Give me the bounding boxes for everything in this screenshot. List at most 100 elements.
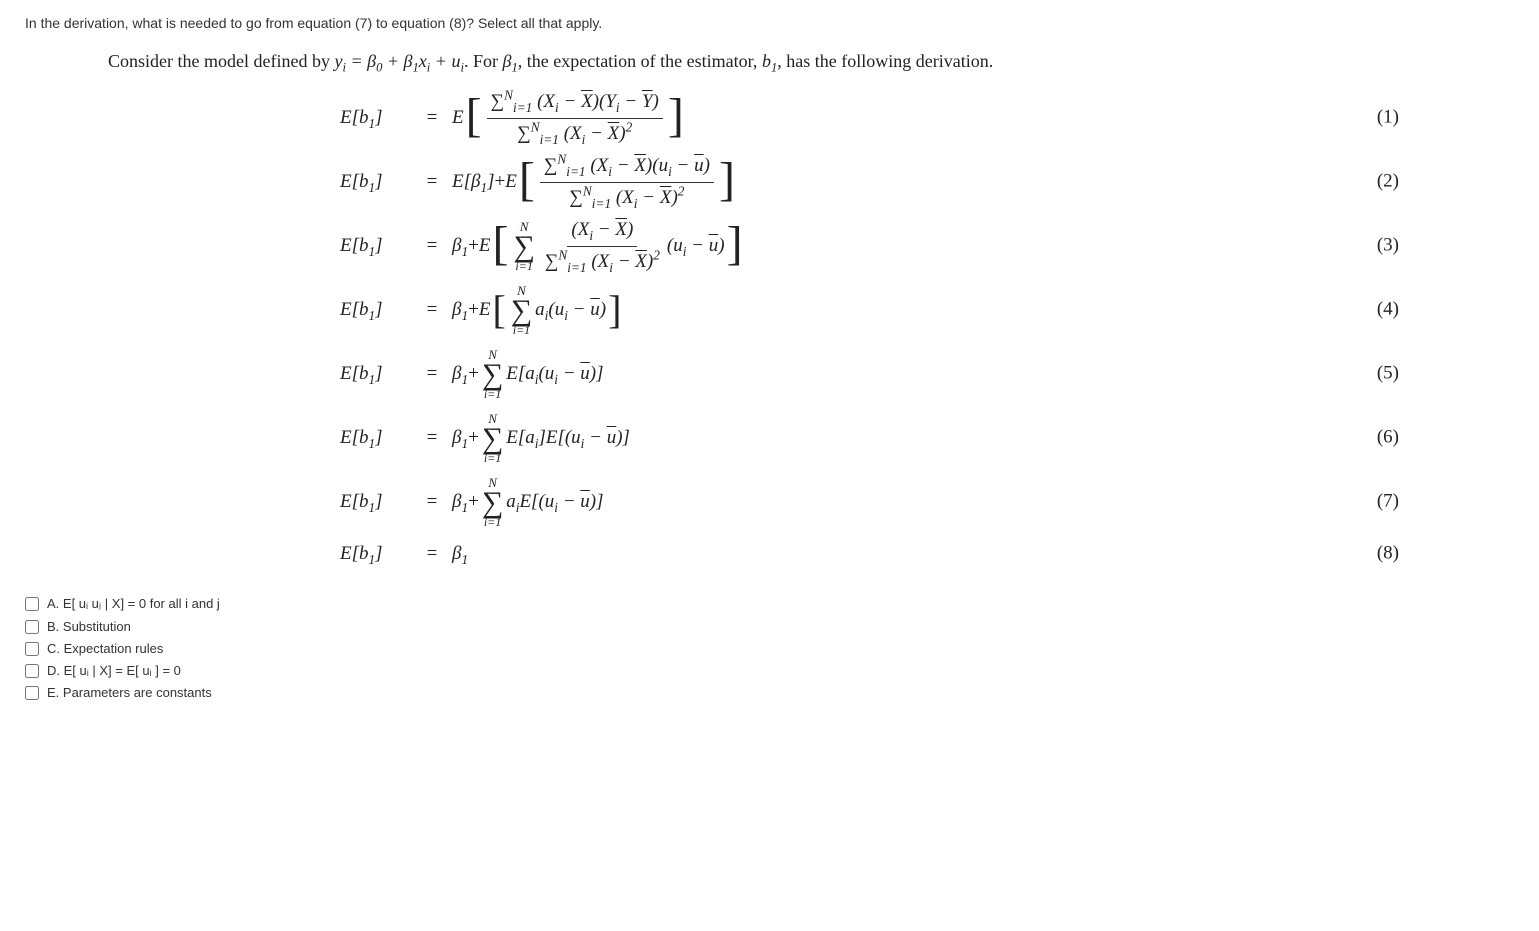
eq-sign: = [412,297,452,324]
term-beta1: β1 [452,541,468,568]
equation-3: E[b1] = β1 + E [ N ∑ i=1 (Xi − X) ∑Ni=1 … [80,214,1459,278]
term: aiE[(ui − u)] [506,489,603,516]
frac-num: ∑Ni=1 (Xi − X)(Yi − Y) [487,89,663,119]
option-c-checkbox[interactable] [25,642,39,656]
frac-num: ∑Ni=1 (Xi − X)(ui − u) [540,153,714,183]
option-a-checkbox[interactable] [25,597,39,611]
eq-lhs: E[b1] [340,425,412,452]
plus: + [468,425,479,452]
intro-beta: β1 [502,51,517,71]
equation-4: E[b1] = β1 + E [ N ∑ i=1 ai(ui − u) ] (4… [80,278,1459,342]
plus: + [495,169,506,196]
option-c[interactable]: C. Expectation rules [25,641,1514,656]
equation-8: E[b1] = β1 (8) [80,534,1459,574]
eq-rhs-3: β1 + E [ N ∑ i=1 (Xi − X) ∑Ni=1 (Xi − X)… [452,217,745,275]
frac-den: ∑Ni=1 (Xi − X)2 [513,119,636,148]
eq-lhs: E[b1] [340,169,412,196]
eq-sign: = [412,169,452,196]
option-e-label[interactable]: E. Parameters are constants [47,685,212,700]
eq-number: (6) [1377,425,1399,452]
term-beta1: β1 [452,361,468,388]
option-a[interactable]: A. E[ uᵢ uⱼ | X] = 0 for all i and j [25,596,1514,612]
e-symbol: E [505,169,517,196]
option-c-label[interactable]: C. Expectation rules [47,641,163,656]
sigma-icon: ∑ [513,233,534,260]
e-symbol: E [479,233,491,260]
intro-b1: b1 [762,51,777,71]
term: E[ai]E[(ui − u)] [506,425,630,452]
eq-number: (7) [1377,489,1399,516]
sigma-icon: ∑ [482,361,503,388]
sum-icon: N ∑ i=1 [511,284,532,336]
equation-1: E[b1] = E [ ∑Ni=1 (Xi − X)(Yi − Y) ∑Ni=1… [80,86,1459,150]
eq-lhs: E[b1] [340,297,412,324]
term-beta1: β1 [452,489,468,516]
equation-6: E[b1] = β1 + N ∑ i=1 E[ai]E[(ui − u)] (6… [80,406,1459,470]
sum-bot: i=1 [484,388,501,400]
sum-bot: i=1 [513,324,530,336]
eq-number: (2) [1377,169,1399,196]
option-b-label[interactable]: B. Substitution [47,619,131,634]
equation-2: E[b1] = E[β1] + E [ ∑Ni=1 (Xi − X)(ui − … [80,150,1459,214]
term-eb1: E[β1] [452,169,495,196]
eq-rhs-5: β1 + N ∑ i=1 E[ai(ui − u)] [452,348,604,400]
sigma-icon: ∑ [511,297,532,324]
tail: (ui − u) [667,233,725,260]
frac-den: ∑Ni=1 (Xi − X)2 [565,183,688,212]
eq-number: (8) [1377,541,1399,568]
eq-sign: = [412,361,452,388]
plus: + [468,361,479,388]
intro-post2: , has the following derivation. [777,51,993,71]
sum-icon: N ∑ i=1 [513,220,534,272]
option-d-checkbox[interactable] [25,664,39,678]
eq-number: (4) [1377,297,1399,324]
sum-icon: N ∑ i=1 [482,476,503,528]
eq-lhs: E[b1] [340,361,412,388]
term: E[ai(ui − u)] [506,361,603,388]
term-beta1: β1 [452,297,468,324]
eq-lhs: E[b1] [340,489,412,516]
plus: + [468,297,479,324]
fraction: ∑Ni=1 (Xi − X)(Yi − Y) ∑Ni=1 (Xi − X)2 [487,89,663,147]
eq-lhs: E[b1] [340,105,412,132]
eq-number: (1) [1377,105,1399,132]
option-b[interactable]: B. Substitution [25,619,1514,634]
plus: + [468,233,479,260]
eq-number: (3) [1377,233,1399,260]
option-e[interactable]: E. Parameters are constants [25,685,1514,700]
eq-sign: = [412,233,452,260]
option-d-label[interactable]: D. E[ uᵢ | X] = E[ uᵢ ] = 0 [47,663,181,678]
intro-model: yi = β0 + β1xi + ui [334,51,464,71]
intro-mid: . For [464,51,503,71]
term-beta1: β1 [452,233,468,260]
e-symbol: E [452,105,464,132]
term: ai(ui − u) [535,297,606,324]
sum-bot: i=1 [515,260,532,272]
sigma-icon: ∑ [482,489,503,516]
eq-rhs-7: β1 + N ∑ i=1 aiE[(ui − u)] [452,476,604,528]
equations: E[b1] = E [ ∑Ni=1 (Xi − X)(Yi − Y) ∑Ni=1… [80,86,1459,574]
sum-bot: i=1 [484,452,501,464]
eq-rhs-6: β1 + N ∑ i=1 E[ai]E[(ui − u)] [452,412,630,464]
eq-sign: = [412,425,452,452]
fraction: (Xi − X) ∑Ni=1 (Xi − X)2 [541,217,664,275]
intro-post1: , the expectation of the estimator, [518,51,762,71]
sigma-icon: ∑ [482,425,503,452]
option-e-checkbox[interactable] [25,686,39,700]
sum-icon: N ∑ i=1 [482,412,503,464]
eq-number: (5) [1377,361,1399,388]
e-symbol: E [479,297,491,324]
option-a-label[interactable]: A. E[ uᵢ uⱼ | X] = 0 for all i and j [47,596,220,612]
eq-lhs: E[b1] [340,233,412,260]
eq-rhs-8: β1 [452,541,468,568]
equation-5: E[b1] = β1 + N ∑ i=1 E[ai(ui − u)] (5) [80,342,1459,406]
term-beta1: β1 [452,425,468,452]
sum-icon: N ∑ i=1 [482,348,503,400]
sum-bot: i=1 [484,516,501,528]
option-b-checkbox[interactable] [25,620,39,634]
eq-lhs: E[b1] [340,541,412,568]
intro-pre: Consider the model defined by [108,51,334,71]
frac-den: ∑Ni=1 (Xi − X)2 [541,247,664,276]
option-d[interactable]: D. E[ uᵢ | X] = E[ uᵢ ] = 0 [25,663,1514,678]
plus: + [468,489,479,516]
